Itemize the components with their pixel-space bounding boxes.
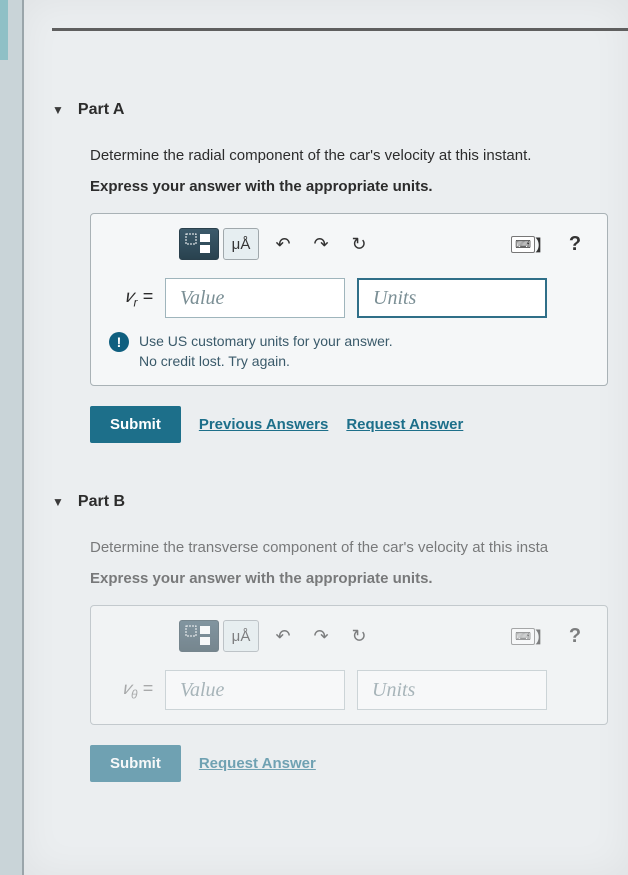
part-a-feedback: ! Use US customary units for your answer… [109, 332, 589, 371]
help-button[interactable]: ? [561, 620, 589, 652]
content-area: ▼ Part A Determine the radial component … [52, 28, 628, 782]
submit-button[interactable]: Submit [90, 745, 181, 782]
keyboard-button[interactable]: ⌨】 [511, 620, 551, 652]
part-b-input-row: 𝑣θ = [109, 670, 589, 710]
request-answer-link[interactable]: Request Answer [199, 755, 316, 772]
feedback-line-2: No credit lost. Try again. [139, 352, 393, 372]
part-b-actions: Submit Request Answer [90, 745, 628, 782]
keyboard-icon: ⌨ [511, 236, 535, 253]
part-a-actions: Submit Previous Answers Request Answer [90, 406, 628, 443]
part-a-units-input[interactable] [357, 278, 547, 318]
redo-icon: ↷ [313, 234, 328, 255]
redo-icon: ↷ [313, 626, 328, 647]
previous-answers-link[interactable]: Previous Answers [199, 416, 329, 433]
part-a: ▼ Part A Determine the radial component … [52, 101, 628, 443]
part-b-body: Determine the transverse component of th… [52, 537, 628, 782]
part-a-toolbar: μÅ ↶ ↷ ↻ ⌨】 [179, 228, 589, 260]
part-b-units-input[interactable] [357, 670, 547, 710]
submit-button[interactable]: Submit [90, 406, 181, 443]
part-a-value-input[interactable] [165, 278, 345, 318]
help-button[interactable]: ? [561, 228, 589, 260]
part-b-toolbar: μÅ ↶ ↷ ↻ ⌨】 [179, 620, 589, 652]
part-b-answerbox: μÅ ↶ ↷ ↻ ⌨】 [90, 605, 608, 725]
part-b: ▼ Part B Determine the transverse compon… [52, 493, 628, 782]
part-b-title: Part B [78, 493, 125, 511]
keyboard-button[interactable]: ⌨】 [511, 228, 551, 260]
part-a-answerbox: μÅ ↶ ↷ ↻ ⌨】 [90, 213, 608, 386]
collapse-icon: ▼ [52, 495, 64, 509]
help-icon: ? [569, 625, 581, 648]
part-b-value-input[interactable] [165, 670, 345, 710]
reset-icon: ↻ [351, 234, 366, 255]
redo-button[interactable]: ↷ [307, 228, 335, 260]
units-symbol-button[interactable]: μÅ [223, 620, 259, 652]
redo-button[interactable]: ↷ [307, 620, 335, 652]
feedback-text: Use US customary units for your answer. … [139, 332, 393, 371]
template-button[interactable] [179, 620, 219, 652]
part-b-header[interactable]: ▼ Part B [52, 493, 628, 511]
undo-icon: ↶ [275, 234, 290, 255]
reset-button[interactable]: ↻ [345, 228, 373, 260]
mu-a-icon: μÅ [232, 628, 251, 645]
part-a-header[interactable]: ▼ Part A [52, 101, 628, 119]
collapse-icon: ▼ [52, 103, 64, 117]
part-a-input-row: 𝑣r = [109, 278, 589, 318]
part-a-variable: 𝑣r = [109, 286, 153, 310]
part-a-body: Determine the radial component of the ca… [52, 145, 628, 443]
feedback-line-1: Use US customary units for your answer. [139, 332, 393, 352]
template-icon [185, 625, 213, 647]
left-accent [0, 0, 8, 60]
reset-icon: ↻ [351, 626, 366, 647]
part-b-hint: Express your answer with the appropriate… [90, 570, 628, 587]
part-a-title: Part A [78, 101, 125, 119]
mu-a-icon: μÅ [232, 236, 251, 253]
undo-button[interactable]: ↶ [269, 228, 297, 260]
template-icon [185, 233, 213, 255]
keyboard-icon: ⌨ [511, 628, 535, 645]
part-b-variable: 𝑣θ = [109, 678, 153, 702]
part-a-prompt: Determine the radial component of the ca… [90, 145, 628, 166]
part-b-prompt: Determine the transverse component of th… [90, 537, 628, 558]
units-symbol-button[interactable]: μÅ [223, 228, 259, 260]
undo-button[interactable]: ↶ [269, 620, 297, 652]
page-panel: ▼ Part A Determine the radial component … [22, 0, 628, 875]
help-icon: ? [569, 233, 581, 256]
info-icon: ! [109, 332, 129, 352]
reset-button[interactable]: ↻ [345, 620, 373, 652]
request-answer-link[interactable]: Request Answer [346, 416, 463, 433]
template-button[interactable] [179, 228, 219, 260]
part-a-hint: Express your answer with the appropriate… [90, 178, 628, 195]
undo-icon: ↶ [275, 626, 290, 647]
